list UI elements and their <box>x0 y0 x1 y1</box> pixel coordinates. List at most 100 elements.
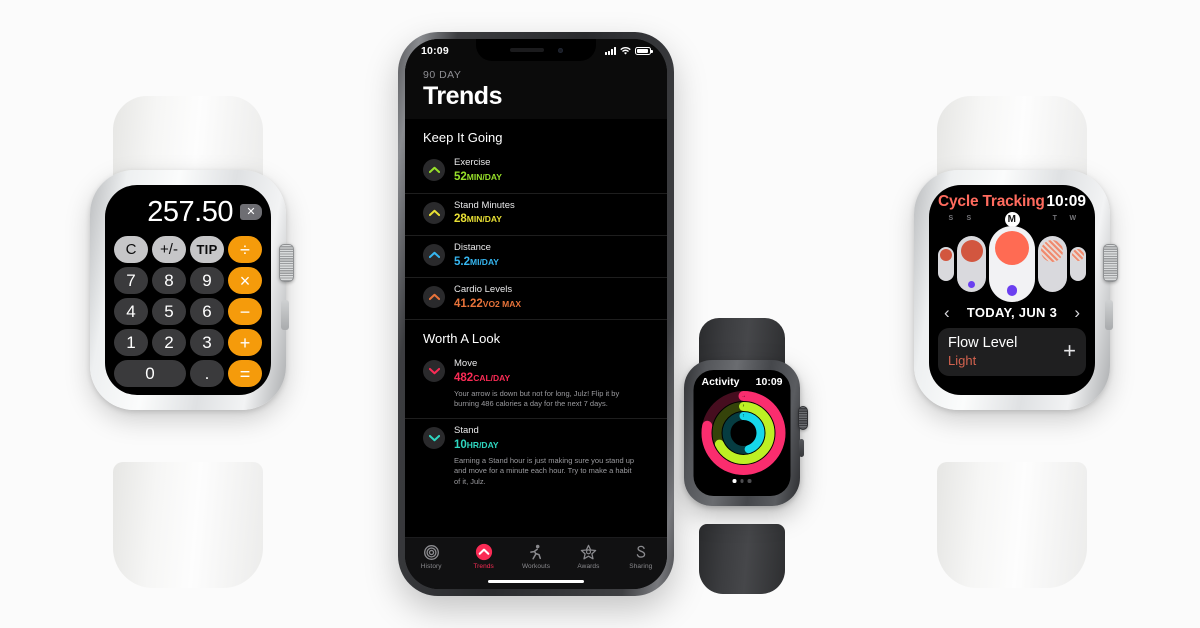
home-indicator[interactable] <box>488 579 584 583</box>
page-dot <box>747 479 752 483</box>
chevron-right-icon[interactable]: › <box>1074 304 1080 321</box>
page-title: Trends <box>423 82 502 110</box>
flow-level-text: Flow Level Light <box>948 335 1017 368</box>
page-dot <box>740 479 744 483</box>
calculator-key-[interactable]: × <box>228 267 262 294</box>
runner-icon <box>527 543 545 561</box>
trend-row[interactable]: Stand Minutes 28MIN/DAY <box>405 194 667 236</box>
activity-title: Activity <box>701 376 740 388</box>
side-button[interactable] <box>1105 300 1113 330</box>
watch-band-bottom <box>937 462 1087 588</box>
calculator-key-[interactable]: ÷ <box>228 236 262 263</box>
digital-crown[interactable] <box>798 406 808 430</box>
tab-trends[interactable]: Trends <box>457 543 509 570</box>
calculator-key-8[interactable]: 8 <box>152 267 186 294</box>
calculator-key-4[interactable]: 4 <box>114 298 148 325</box>
flow-dot <box>994 231 1029 266</box>
calculator-key-[interactable]: = <box>228 360 262 387</box>
tab-label: History <box>420 563 442 570</box>
watch-case: Activity 10:09 → › ↑ <box>684 360 800 506</box>
side-button[interactable] <box>281 300 289 330</box>
apple-watch-cycle-tracking: Cycle Tracking 10:09 SSMTW ‹ TODAY, JUN … <box>862 96 1162 588</box>
iphone-screen: 10:09 90 DAY Trends Keep It Going Exerci… <box>405 39 667 589</box>
stand-arrow-icon: ↑ <box>740 412 747 420</box>
cycle-marker-dot <box>968 280 976 288</box>
iphone-device: 10:09 90 DAY Trends Keep It Going Exerci… <box>398 32 674 596</box>
calculator-key-0[interactable]: 0 <box>114 360 186 387</box>
trend-metric-value: 28MIN/DAY <box>454 213 502 226</box>
side-button[interactable] <box>799 439 804 457</box>
trends-list[interactable]: Keep It Going Exercise 52MIN/DAY Stand Minu… <box>405 119 667 497</box>
rings-history-icon <box>422 543 440 561</box>
cellular-icon <box>605 47 616 55</box>
calculator-key-1[interactable]: 1 <box>114 329 148 356</box>
wifi-icon <box>620 46 631 55</box>
calculator-key-[interactable]: . <box>190 360 224 387</box>
cycle-day-s[interactable] <box>956 236 987 292</box>
tab-label: Workouts <box>521 563 551 570</box>
trend-metric-value: 10HR/DAY <box>454 439 499 452</box>
calculator-keypad[interactable]: C +/- TIP ÷ 7 8 9 × 4 5 6− 1 2 3 +0. = <box>114 236 262 387</box>
tab-history[interactable]: History <box>405 543 457 570</box>
calculator-key-3[interactable]: 3 <box>190 329 224 356</box>
calculator-key-[interactable]: +/- <box>152 236 186 263</box>
watch-screen: Cycle Tracking 10:09 SSMTW ‹ TODAY, JUN … <box>929 185 1095 395</box>
watch-screen: 257.50 ✕ C +/- TIP ÷ 7 8 9 × 4 5 6− 1 2 3 +0. = <box>105 185 271 395</box>
page-dot <box>732 479 737 483</box>
cycle-day-m-today[interactable] <box>989 226 1035 302</box>
calculator-key-9[interactable]: 9 <box>190 267 224 294</box>
trend-metric-name: Move <box>454 358 478 370</box>
trend-row-text: Move 482CAL/DAY Your arrow is down but not… <box>454 358 639 410</box>
trends-section-heading: Keep It Going <box>423 130 503 146</box>
plus-icon[interactable]: + <box>1063 340 1076 362</box>
calculator-key-[interactable]: − <box>228 298 262 325</box>
watch-case: 257.50 ✕ C +/- TIP ÷ 7 8 9 × 4 5 6− 1 2 3 +0. = <box>90 170 286 410</box>
tab-label: Sharing <box>629 563 653 570</box>
trend-row[interactable]: Move 482CAL/DAY Your arrow is down but not… <box>405 352 667 420</box>
date-navigator[interactable]: ‹ TODAY, JUN 3 › <box>938 304 1086 321</box>
calculator-key-C[interactable]: C <box>114 236 148 263</box>
trend-row[interactable]: Exercise 52MIN/DAY <box>405 151 667 194</box>
move-arrow-icon: → <box>740 392 747 400</box>
trend-metric-value: 5.2MI/DAY <box>454 255 499 268</box>
calculator-key-6[interactable]: 6 <box>190 298 224 325</box>
trend-row[interactable]: Stand 10HR/DAY Earning a Stand hour is jus… <box>405 419 667 496</box>
chevron-down-icon <box>423 360 445 383</box>
tab-workouts[interactable]: Workouts <box>510 543 562 570</box>
digital-crown[interactable] <box>279 244 294 282</box>
cycle-day-strip[interactable] <box>938 225 1086 303</box>
calculator-key-TIP[interactable]: TIP <box>190 236 224 263</box>
battery-icon <box>635 47 653 55</box>
chevron-left-icon[interactable]: ‹ <box>944 304 950 321</box>
trend-row[interactable]: Cardio Levels 41.22VO2 MAX <box>405 278 667 321</box>
activity-app: Activity 10:09 → › ↑ <box>694 370 791 496</box>
calculator-display: 257.50 ✕ <box>114 192 262 232</box>
calculator-key-5[interactable]: 5 <box>152 298 186 325</box>
calculator-key-[interactable]: + <box>228 329 262 356</box>
apple-watch-calculator: 257.50 ✕ C +/- TIP ÷ 7 8 9 × 4 5 6− 1 2 3 +0. = <box>38 96 338 588</box>
calculator-key-7[interactable]: 7 <box>114 267 148 294</box>
watch-screen: Activity 10:09 → › ↑ <box>693 370 791 496</box>
tab-awards[interactable]: Awards <box>562 543 614 570</box>
trend-description: Earning a Stand hour is just making sure… <box>454 455 635 487</box>
trend-metric-value: 41.22VO2 MAX <box>454 297 522 310</box>
calculator-app: 257.50 ✕ C +/- TIP ÷ 7 8 9 × 4 5 6− 1 2 3 +0. = <box>105 185 271 395</box>
chevron-up-trends-icon <box>475 543 493 561</box>
trend-metric-name: Stand Minutes <box>454 199 515 211</box>
flow-level-card[interactable]: Flow Level Light + <box>938 328 1086 376</box>
activity-rings[interactable]: → › ↑ <box>701 391 786 475</box>
calculator-key-2[interactable]: 2 <box>152 329 186 356</box>
flow-dot <box>960 239 983 262</box>
cycle-day-w[interactable] <box>1070 247 1086 281</box>
backspace-icon[interactable]: ✕ <box>240 204 262 220</box>
trend-metric-name: Stand <box>454 425 479 437</box>
trend-row[interactable]: Distance 5.2MI/DAY <box>405 236 667 278</box>
notch <box>476 39 596 61</box>
cycle-day-t[interactable] <box>1037 236 1068 292</box>
trend-metric-name: Distance <box>454 241 491 253</box>
trend-row-text: Stand Minutes 28MIN/DAY <box>454 200 515 227</box>
cycle-day-s[interactable] <box>938 247 954 281</box>
digital-crown[interactable] <box>1103 244 1118 282</box>
activity-header: Activity 10:09 <box>702 376 783 388</box>
watch-band-bottom <box>113 462 263 588</box>
